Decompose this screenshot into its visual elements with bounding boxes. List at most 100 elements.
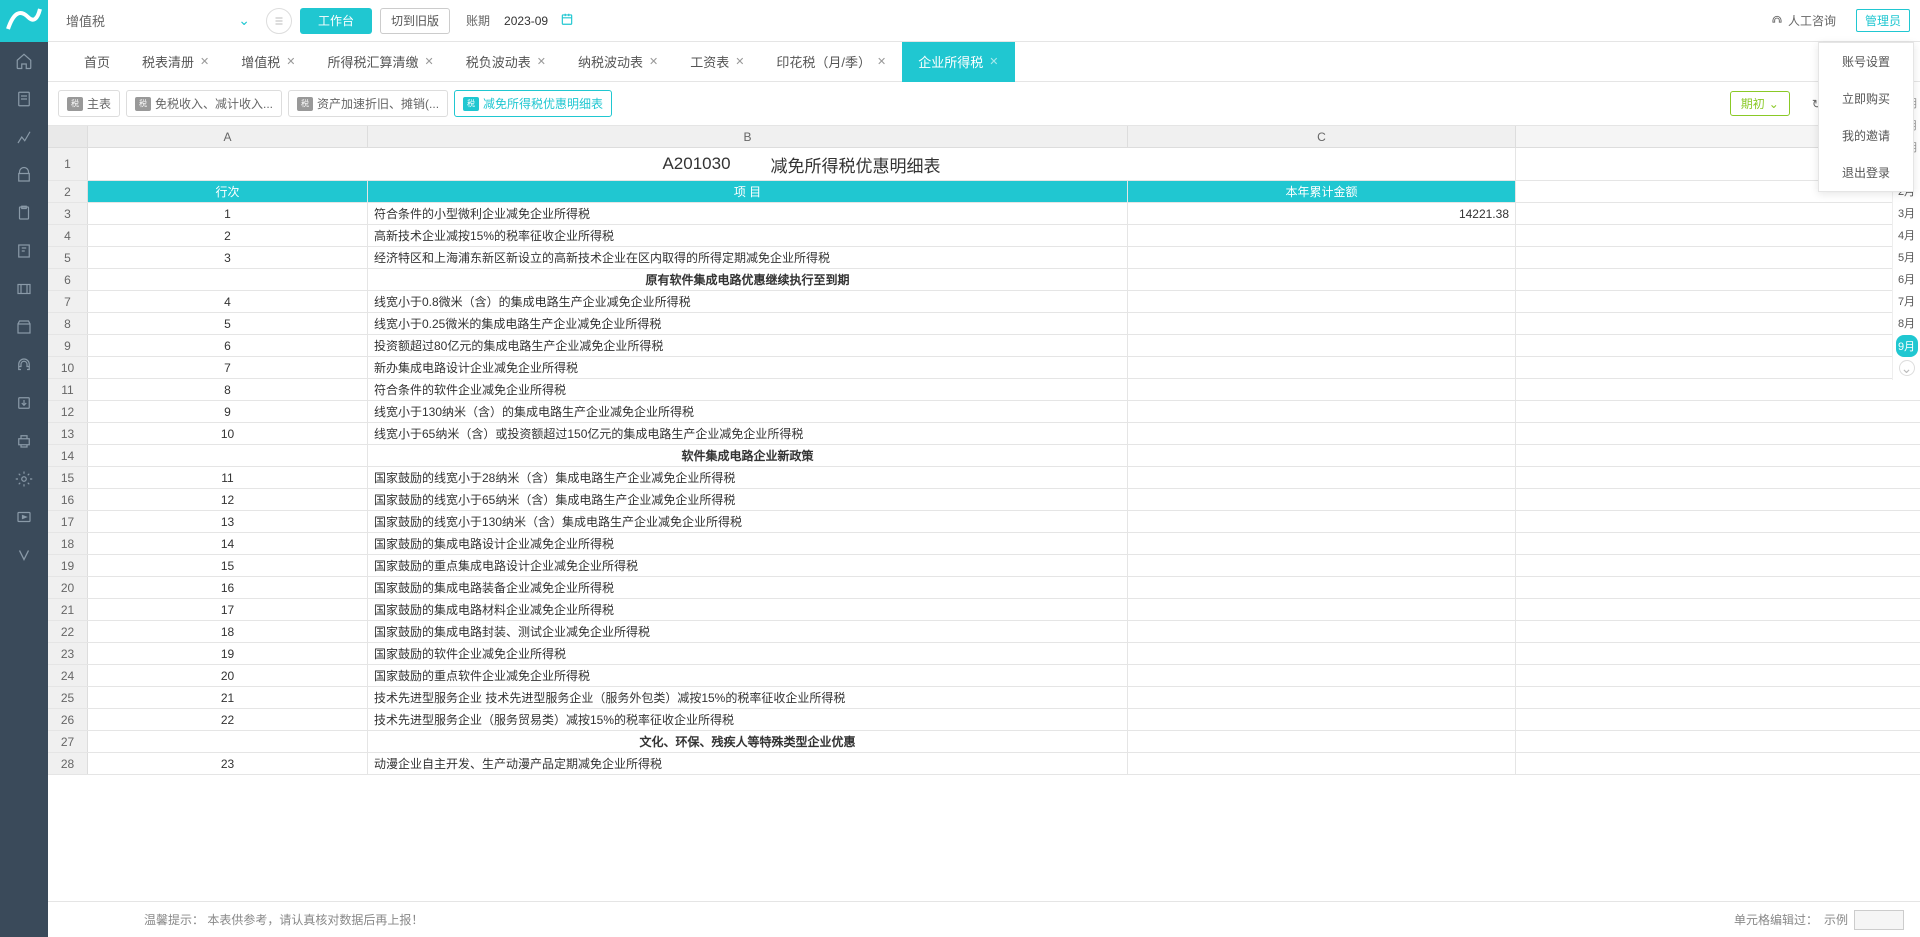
- cell[interactable]: 新办集成电路设计企业减免企业所得税: [368, 357, 1128, 378]
- row-header[interactable]: 18: [48, 533, 88, 554]
- nav-clipboard-icon[interactable]: [0, 194, 48, 232]
- nav-book-icon[interactable]: [0, 232, 48, 270]
- sub-tab[interactable]: 税减免所得税优惠明细表: [454, 90, 612, 117]
- row-header[interactable]: 1: [48, 148, 88, 180]
- consult-link[interactable]: 人工咨询: [1770, 12, 1836, 29]
- cell[interactable]: 14221.38: [1128, 203, 1516, 224]
- cell[interactable]: 投资额超过80亿元的集成电路生产企业减免企业所得税: [368, 335, 1128, 356]
- cell[interactable]: [1128, 753, 1516, 774]
- col-header-b[interactable]: B: [368, 126, 1128, 147]
- row-header[interactable]: 9: [48, 335, 88, 356]
- row-header[interactable]: 20: [48, 577, 88, 598]
- cell[interactable]: 7: [88, 357, 368, 378]
- cell[interactable]: [1128, 599, 1516, 620]
- row-header[interactable]: 8: [48, 313, 88, 334]
- cell[interactable]: [88, 269, 368, 290]
- row-header[interactable]: 23: [48, 643, 88, 664]
- nav-video-icon[interactable]: [0, 498, 48, 536]
- month-item[interactable]: 4月: [1893, 224, 1920, 246]
- cell[interactable]: [1128, 643, 1516, 664]
- row-header[interactable]: 19: [48, 555, 88, 576]
- cell[interactable]: 国家鼓励的线宽小于65纳米（含）集成电路生产企业减免企业所得税: [368, 489, 1128, 510]
- cell[interactable]: 动漫企业自主开发、生产动漫产品定期减免企业所得税: [368, 753, 1128, 774]
- spreadsheet[interactable]: A B C 1 A201030 减免所得税优惠明细表 2 行次 项 目 本年累计…: [48, 126, 1920, 901]
- row-header[interactable]: 15: [48, 467, 88, 488]
- cell[interactable]: 国家鼓励的集成电路封装、测试企业减免企业所得税: [368, 621, 1128, 642]
- nav-print-icon[interactable]: [0, 422, 48, 460]
- cell[interactable]: 线宽小于130纳米（含）的集成电路生产企业减免企业所得税: [368, 401, 1128, 422]
- month-item[interactable]: 5月: [1893, 246, 1920, 268]
- cell[interactable]: 技术先进型服务企业（服务贸易类）减按15%的税率征收企业所得税: [368, 709, 1128, 730]
- period-initial-button[interactable]: 期初 ⌄: [1730, 91, 1790, 116]
- cell[interactable]: 20: [88, 665, 368, 686]
- nav-transfer-icon[interactable]: [0, 384, 48, 422]
- main-tab[interactable]: 印花税（月/季）✕: [760, 42, 902, 82]
- cell[interactable]: 国家鼓励的线宽小于130纳米（含）集成电路生产企业减免企业所得税: [368, 511, 1128, 532]
- cell[interactable]: 14: [88, 533, 368, 554]
- workspace-button[interactable]: 工作台: [300, 8, 372, 34]
- cell[interactable]: [1128, 445, 1516, 466]
- cell[interactable]: 3: [88, 247, 368, 268]
- cell[interactable]: [1128, 313, 1516, 334]
- cell[interactable]: 17: [88, 599, 368, 620]
- select-all-corner[interactable]: [48, 126, 88, 147]
- app-logo[interactable]: [0, 0, 48, 42]
- nav-chart-icon[interactable]: [0, 118, 48, 156]
- cell[interactable]: 8: [88, 379, 368, 400]
- cell[interactable]: [1128, 247, 1516, 268]
- cell[interactable]: [1128, 731, 1516, 752]
- cell[interactable]: 21: [88, 687, 368, 708]
- row-header[interactable]: 11: [48, 379, 88, 400]
- cell[interactable]: 高新技术企业减按15%的税率征收企业所得税: [368, 225, 1128, 246]
- cell[interactable]: 9: [88, 401, 368, 422]
- cell[interactable]: 国家鼓励的重点集成电路设计企业减免企业所得税: [368, 555, 1128, 576]
- cell[interactable]: 国家鼓励的重点软件企业减免企业所得税: [368, 665, 1128, 686]
- cell[interactable]: [1128, 357, 1516, 378]
- row-header[interactable]: 2: [48, 181, 88, 202]
- cell[interactable]: 国家鼓励的集成电路设计企业减免企业所得税: [368, 533, 1128, 554]
- dropdown-item[interactable]: 我的邀请: [1819, 117, 1913, 154]
- cell[interactable]: 13: [88, 511, 368, 532]
- close-icon[interactable]: ✕: [989, 55, 998, 68]
- sub-tab[interactable]: 税免税收入、减计收入...: [126, 90, 282, 117]
- month-item[interactable]: 3月: [1893, 202, 1920, 224]
- row-header[interactable]: 17: [48, 511, 88, 532]
- cell[interactable]: 5: [88, 313, 368, 334]
- header-cell[interactable]: 行次: [88, 181, 368, 202]
- cell[interactable]: 11: [88, 467, 368, 488]
- cell[interactable]: 4: [88, 291, 368, 312]
- cell[interactable]: 18: [88, 621, 368, 642]
- row-header[interactable]: 13: [48, 423, 88, 444]
- cell[interactable]: [1128, 291, 1516, 312]
- sub-tab[interactable]: 税主表: [58, 90, 120, 117]
- nav-archive-icon[interactable]: [0, 308, 48, 346]
- row-header[interactable]: 22: [48, 621, 88, 642]
- dropdown-item[interactable]: 退出登录: [1819, 154, 1913, 191]
- main-tab[interactable]: 税负波动表✕: [450, 42, 562, 82]
- cell[interactable]: 符合条件的软件企业减免企业所得税: [368, 379, 1128, 400]
- row-header[interactable]: 14: [48, 445, 88, 466]
- nav-invoice-icon[interactable]: [0, 80, 48, 118]
- cell[interactable]: 国家鼓励的线宽小于28纳米（含）集成电路生产企业减免企业所得税: [368, 467, 1128, 488]
- cell[interactable]: 线宽小于0.8微米（含）的集成电路生产企业减免企业所得税: [368, 291, 1128, 312]
- cell[interactable]: [1128, 379, 1516, 400]
- cell[interactable]: [1128, 269, 1516, 290]
- month-more-icon[interactable]: ⌄: [1899, 360, 1915, 376]
- nav-wallet-icon[interactable]: [0, 156, 48, 194]
- cell[interactable]: [1128, 577, 1516, 598]
- row-header[interactable]: 6: [48, 269, 88, 290]
- switch-old-button[interactable]: 切到旧版: [380, 8, 450, 34]
- month-item[interactable]: 6月: [1893, 268, 1920, 290]
- dropdown-item[interactable]: 立即购买: [1819, 80, 1913, 117]
- company-select[interactable]: 增值税 ⌄: [58, 7, 258, 35]
- cell[interactable]: 1: [88, 203, 368, 224]
- close-icon[interactable]: ✕: [735, 55, 744, 68]
- cell[interactable]: 16: [88, 577, 368, 598]
- row-header[interactable]: 4: [48, 225, 88, 246]
- cell[interactable]: [1128, 467, 1516, 488]
- cell[interactable]: 经济特区和上海浦东新区新设立的高新技术企业在区内取得的所得定期减免企业所得税: [368, 247, 1128, 268]
- row-header[interactable]: 3: [48, 203, 88, 224]
- cell[interactable]: [1128, 555, 1516, 576]
- row-header[interactable]: 28: [48, 753, 88, 774]
- cell[interactable]: [1128, 533, 1516, 554]
